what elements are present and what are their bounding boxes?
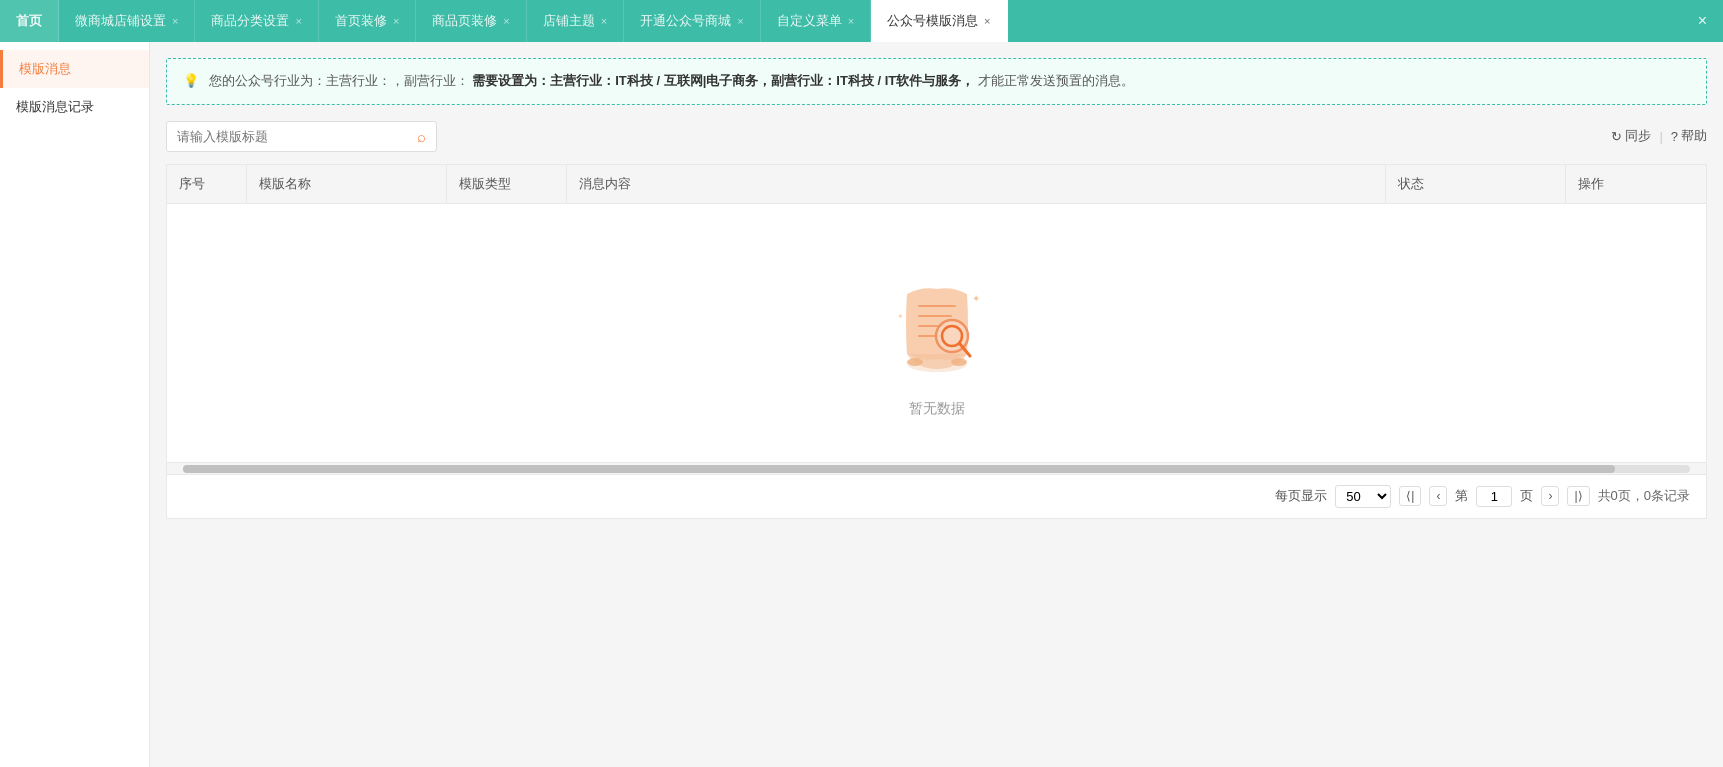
close-shop-theme[interactable]: × [601, 15, 607, 27]
top-nav: 首页 微商城店铺设置 × 商品分类设置 × 首页装修 × 商品页装修 × 店铺主… [0, 0, 1723, 42]
tab-custom-menu[interactable]: 自定义菜单 × [761, 0, 871, 42]
sync-button[interactable]: ↻ 同步 [1611, 127, 1651, 145]
tab-shop-theme-label: 店铺主题 [543, 12, 595, 30]
scrollbar-area[interactable] [167, 462, 1706, 474]
page-size-label: 每页显示 [1275, 487, 1327, 505]
tab-home[interactable]: 首页 [0, 0, 59, 42]
notice-box: 💡 您的公众号行业为：主营行业：，副营行业： 需要设置为：主营行业：IT科技 /… [166, 58, 1707, 105]
notice-prefix: 您的公众号行业为：主营行业：，副营行业： [209, 73, 469, 88]
current-page-input[interactable] [1476, 486, 1512, 507]
tab-shop-theme[interactable]: 店铺主题 × [527, 0, 624, 42]
page-size-select[interactable]: 50 20 100 [1335, 485, 1391, 508]
content-area: 💡 您的公众号行业为：主营行业：，副营行业： 需要设置为：主营行业：IT科技 /… [150, 42, 1723, 767]
tab-category-settings-label: 商品分类设置 [211, 12, 289, 30]
tab-product-page-decor[interactable]: 商品页装修 × [416, 0, 526, 42]
notice-suffix: 才能正常发送预置的消息。 [978, 73, 1134, 88]
sidebar-item-template-msg-label: 模版消息 [19, 61, 71, 76]
separator: | [1659, 129, 1662, 144]
empty-text: 暂无数据 [909, 400, 965, 418]
main-layout: 模版消息 模版消息记录 💡 您的公众号行业为：主营行业：，副营行业： 需要设置为… [0, 42, 1723, 767]
svg-text:✦: ✦ [897, 312, 904, 321]
close-custom-menu[interactable]: × [848, 15, 854, 27]
sidebar-item-template-msg[interactable]: 模版消息 [0, 50, 149, 88]
th-type: 模版类型 [447, 165, 567, 203]
close-open-wechat-mall[interactable]: × [737, 15, 743, 27]
tab-custom-menu-label: 自定义菜单 [777, 12, 842, 30]
close-product-page-decor[interactable]: × [503, 15, 509, 27]
page-di-label: 第 [1455, 487, 1468, 505]
th-content: 消息内容 [567, 165, 1386, 203]
close-all-button[interactable]: × [1682, 12, 1723, 30]
tab-product-page-decor-label: 商品页装修 [432, 12, 497, 30]
tab-home-label: 首页 [16, 12, 42, 30]
th-status: 状态 [1386, 165, 1566, 203]
sidebar-item-template-msg-log-label: 模版消息记录 [16, 99, 94, 114]
total-info: 共0页，0条记录 [1598, 487, 1690, 505]
tab-open-wechat-mall-label: 开通公众号商城 [640, 12, 731, 30]
sidebar: 模版消息 模版消息记录 [0, 42, 150, 767]
close-category-settings[interactable]: × [295, 15, 301, 27]
th-action: 操作 [1566, 165, 1706, 203]
tab-homepage-decor[interactable]: 首页装修 × [319, 0, 416, 42]
tab-category-settings[interactable]: 商品分类设置 × [195, 0, 318, 42]
tab-template-message-label: 公众号模版消息 [887, 12, 978, 30]
close-homepage-decor[interactable]: × [393, 15, 399, 27]
search-left: ⌕ [166, 121, 437, 152]
search-right: ↻ 同步 | ? 帮助 [1611, 127, 1707, 145]
empty-state: ✦ ✦ 暂无数据 [167, 204, 1706, 458]
sync-label: 同步 [1625, 127, 1651, 145]
tab-template-message[interactable]: 公众号模版消息 × [871, 0, 1007, 42]
prev-page-button[interactable]: ‹ [1429, 486, 1447, 506]
svg-point-11 [951, 358, 967, 366]
next-page-button[interactable]: › [1541, 486, 1559, 506]
svg-point-10 [907, 358, 923, 366]
help-button[interactable]: ? 帮助 [1671, 127, 1707, 145]
tab-homepage-decor-label: 首页装修 [335, 12, 387, 30]
page-unit: 页 [1520, 487, 1533, 505]
search-button[interactable]: ⌕ [407, 122, 436, 151]
search-bar: ⌕ ↻ 同步 | ? 帮助 [166, 121, 1707, 152]
tab-shop-settings-label: 微商城店铺设置 [75, 12, 166, 30]
search-input[interactable] [167, 123, 407, 150]
table-header: 序号 模版名称 模版类型 消息内容 状态 操作 [167, 165, 1706, 204]
last-page-button[interactable]: |⟩ [1567, 486, 1589, 506]
table-container: 序号 模版名称 模版类型 消息内容 状态 操作 [166, 164, 1707, 519]
scrollbar-track [183, 465, 1690, 473]
sync-icon: ↻ [1611, 129, 1622, 144]
help-icon: ? [1671, 129, 1678, 144]
th-name: 模版名称 [247, 165, 447, 203]
th-index: 序号 [167, 165, 247, 203]
notice-highlight: 需要设置为：主营行业：IT科技 / 互联网|电子商务，副营行业：IT科技 / I… [472, 73, 974, 88]
first-page-button[interactable]: ⟨| [1399, 486, 1421, 506]
close-shop-settings[interactable]: × [172, 15, 178, 27]
tab-open-wechat-mall[interactable]: 开通公众号商城 × [624, 0, 760, 42]
tab-shop-settings[interactable]: 微商城店铺设置 × [59, 0, 195, 42]
close-template-message[interactable]: × [984, 15, 990, 27]
empty-illustration: ✦ ✦ [877, 264, 997, 384]
help-label: 帮助 [1681, 127, 1707, 145]
notice-icon: 💡 [183, 73, 199, 88]
sidebar-item-template-msg-log[interactable]: 模版消息记录 [0, 88, 149, 126]
scrollbar-thumb [183, 465, 1615, 473]
svg-text:✦: ✦ [972, 293, 980, 304]
pagination: 每页显示 50 20 100 ⟨| ‹ 第 页 › |⟩ 共0页，0条记录 [167, 474, 1706, 518]
search-icon: ⌕ [417, 128, 426, 145]
